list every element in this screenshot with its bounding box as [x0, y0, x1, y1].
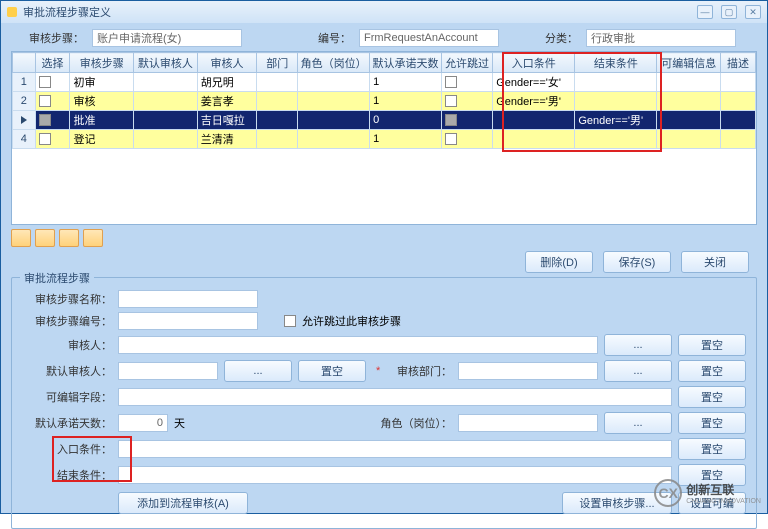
add-to-flow-button[interactable]: 添加到流程审核(A)	[118, 492, 248, 514]
brand-sub: CHUANG INNOVATION	[686, 498, 761, 505]
step-input[interactable]	[92, 29, 242, 47]
category-label: 分类：	[545, 30, 578, 46]
close-window-button[interactable]: ✕	[745, 5, 761, 19]
default-auditor-input[interactable]	[118, 362, 218, 380]
default-auditor-browse-button[interactable]: ...	[224, 360, 292, 382]
brand-text: 创新互联	[686, 481, 761, 498]
move-down-button[interactable]	[59, 229, 79, 247]
app-icon	[7, 7, 17, 17]
maximize-button[interactable]: ▢	[721, 5, 737, 19]
col-header[interactable]: 默认审核人	[134, 53, 198, 73]
editable-input[interactable]	[118, 388, 672, 406]
col-header[interactable]: 审核人	[197, 53, 257, 73]
detail-panel: 审批流程步骤 审核步骤名称： 审核步骤编号： 允许跳过此审核步骤 审核人： ..…	[11, 277, 757, 529]
dept-label: 审核部门：	[397, 363, 452, 379]
name-input[interactable]	[118, 290, 258, 308]
required-star: *	[376, 365, 380, 377]
role-input[interactable]	[458, 414, 598, 432]
auditor-browse-button[interactable]: ...	[604, 334, 672, 356]
dept-clear-button[interactable]: 置空	[678, 360, 746, 382]
save-button[interactable]: 保存(S)	[603, 251, 671, 273]
code2-input[interactable]	[118, 312, 258, 330]
table-row[interactable]: 1初审胡兄明1Gender=='女'	[13, 73, 756, 92]
col-header[interactable]: 入口条件	[493, 53, 575, 73]
code2-label: 审核步骤编号：	[22, 313, 112, 329]
filter-row: 审核步骤： 编号： 分类：	[1, 23, 767, 51]
end-input[interactable]	[118, 466, 672, 484]
name-label: 审核步骤名称：	[22, 291, 112, 307]
auditor-label: 审核人：	[22, 337, 112, 353]
window-title: 审批流程步骤定义	[23, 4, 111, 20]
col-header[interactable]: 可编辑信息	[657, 53, 721, 73]
grid-actions: 删除(D) 保存(S) 关闭	[1, 251, 767, 277]
auditor-clear-button[interactable]: 置空	[678, 334, 746, 356]
editable-clear-button[interactable]: 置空	[678, 386, 746, 408]
minimize-button[interactable]: —	[697, 5, 713, 19]
default-auditor-label: 默认审核人：	[22, 363, 112, 379]
col-header[interactable]: 默认承诺天数	[370, 53, 442, 73]
close-button[interactable]: 关闭	[681, 251, 749, 273]
col-header[interactable]: 允许跳过	[441, 53, 492, 73]
dept-input[interactable]	[458, 362, 598, 380]
table-row[interactable]: 4登记兰清清1	[13, 130, 756, 149]
days-unit: 天	[174, 415, 185, 431]
entry-label: 入口条件：	[22, 441, 112, 457]
col-header[interactable]: 结束条件	[575, 53, 657, 73]
watermark: CX 创新互联 CHUANG INNOVATION	[654, 479, 761, 507]
role-browse-button[interactable]: ...	[604, 412, 672, 434]
logo-icon: CX	[654, 479, 682, 507]
grid[interactable]: 选择审核步骤默认审核人审核人部门角色（岗位）默认承诺天数允许跳过入口条件结束条件…	[11, 51, 757, 225]
role-label: 角色（岗位）：	[381, 415, 453, 431]
default-auditor-clear-button[interactable]: 置空	[298, 360, 366, 382]
auditor-input[interactable]	[118, 336, 598, 354]
col-header[interactable]: 描述	[721, 53, 756, 73]
days-label: 默认承诺天数：	[22, 415, 112, 431]
end-label: 结束条件：	[22, 467, 112, 483]
table-row[interactable]: 批准吉日嘎拉0Gender=='男'	[13, 111, 756, 130]
allow-skip-checkbox[interactable]	[284, 315, 296, 327]
col-header[interactable]: 审核步骤	[70, 53, 134, 73]
panel-legend: 审批流程步骤	[20, 270, 94, 286]
entry-clear-button[interactable]: 置空	[678, 438, 746, 460]
code-input[interactable]	[359, 29, 499, 47]
dept-browse-button[interactable]: ...	[604, 360, 672, 382]
role-clear-button[interactable]: 置空	[678, 412, 746, 434]
entry-input[interactable]	[118, 440, 672, 458]
col-header[interactable]: 选择	[35, 53, 70, 73]
code-label: 编号：	[318, 30, 351, 46]
move-up-button[interactable]	[35, 229, 55, 247]
editable-label: 可编辑字段：	[22, 389, 112, 405]
toolbar	[1, 225, 767, 251]
move-bottom-button[interactable]	[83, 229, 103, 247]
category-input[interactable]	[586, 29, 736, 47]
days-input[interactable]	[118, 414, 168, 432]
col-header[interactable]: 部门	[257, 53, 298, 73]
col-header[interactable]: 角色（岗位）	[298, 53, 370, 73]
table-row[interactable]: 2审核姜言孝1Gender=='男'	[13, 92, 756, 111]
step-label: 审核步骤：	[29, 30, 84, 46]
app-window: 审批流程步骤定义 — ▢ ✕ 审核步骤： 编号： 分类： 选择审核步骤默认审核人…	[0, 0, 768, 514]
titlebar: 审批流程步骤定义 — ▢ ✕	[1, 1, 767, 23]
allow-skip-label: 允许跳过此审核步骤	[302, 313, 401, 329]
col-header[interactable]	[13, 53, 36, 73]
move-top-button[interactable]	[11, 229, 31, 247]
delete-button[interactable]: 删除(D)	[525, 251, 593, 273]
